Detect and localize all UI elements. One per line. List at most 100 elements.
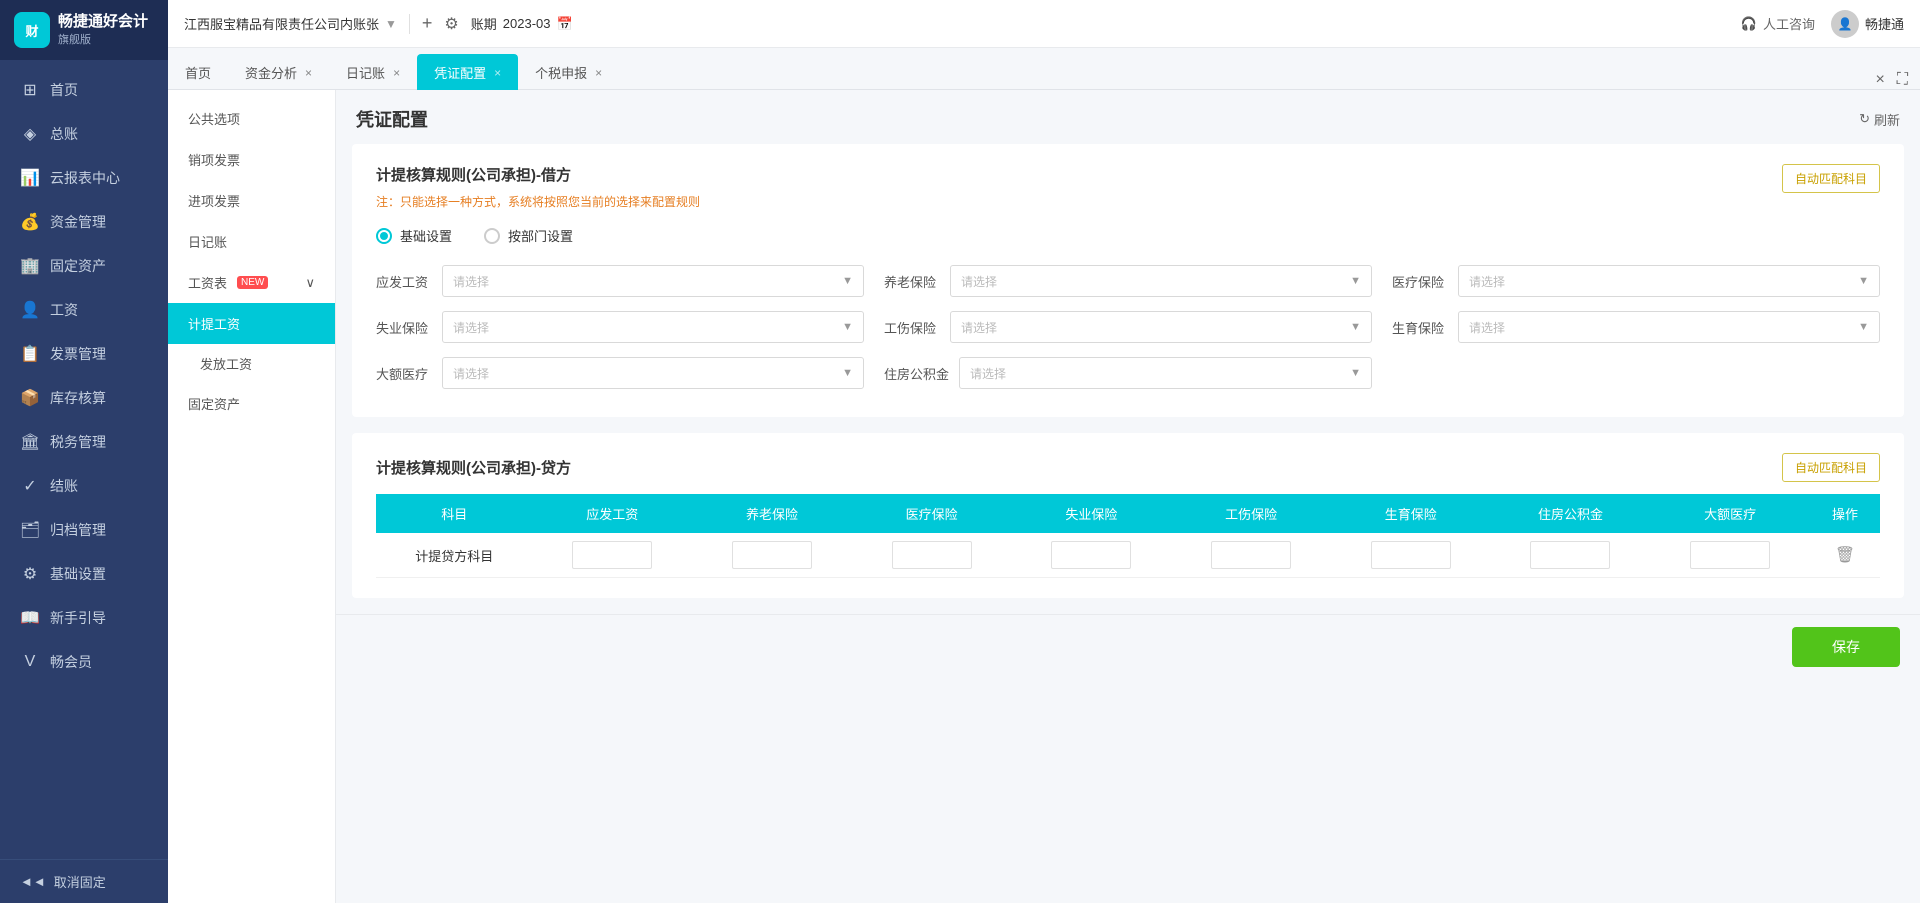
cell-work-injury[interactable] — [1171, 533, 1331, 578]
debit-auto-match-btn[interactable]: 自动匹配科目 — [1782, 164, 1880, 193]
refresh-btn[interactable]: ↻ 刷新 — [1859, 110, 1900, 129]
tab-journal[interactable]: 日记账 × — [329, 54, 417, 90]
input-major-medical[interactable] — [1690, 541, 1770, 569]
menu-item-fixed-assets[interactable]: 固定资产 — [168, 383, 335, 424]
sidebar-item-label: 基础设置 — [50, 564, 106, 584]
vip-icon: V — [20, 653, 40, 671]
sidebar-item-label: 工资 — [50, 300, 78, 320]
menu-item-public[interactable]: 公共选项 — [168, 98, 335, 139]
input-work-injury[interactable] — [1211, 541, 1291, 569]
field-pension: 养老保险 请选择 ▼ — [884, 265, 1372, 297]
sidebar-item-guide[interactable]: 📖 新手引导 — [0, 596, 168, 640]
sidebar-item-home[interactable]: ⊞ 首页 — [0, 68, 168, 112]
tab-tax-close[interactable]: × — [595, 66, 602, 80]
tab-funds-close[interactable]: × — [305, 66, 312, 80]
cell-medical[interactable] — [852, 533, 1012, 578]
sidebar-item-tax[interactable]: 🏛 税务管理 — [0, 420, 168, 464]
save-btn[interactable]: 保存 — [1792, 627, 1900, 667]
menu-purchase-invoice-label: 进项发票 — [188, 191, 240, 210]
tab-funds[interactable]: 资金分析 × — [228, 54, 329, 90]
input-gross[interactable] — [572, 541, 652, 569]
sidebar-item-inventory[interactable]: 📦 库存核算 — [0, 376, 168, 420]
support-btn[interactable]: 🎧 人工咨询 — [1741, 14, 1815, 33]
input-housing[interactable] — [1530, 541, 1610, 569]
select-arrow-icon: ▼ — [842, 367, 853, 379]
col-major-medical: 大额医疗 — [1650, 494, 1810, 533]
close-tab-btn[interactable]: × — [1875, 71, 1884, 89]
major-medical-select[interactable]: 请选择 ▼ — [442, 357, 864, 389]
calendar-icon[interactable]: 📅 — [557, 16, 573, 32]
sidebar-item-settings[interactable]: ⚙ 基础设置 — [0, 552, 168, 596]
select-arrow-icon: ▼ — [1858, 321, 1869, 333]
credit-auto-match-btn[interactable]: 自动匹配科目 — [1782, 453, 1880, 482]
sidebar-item-salary[interactable]: 👤 工资 — [0, 288, 168, 332]
sidebar-item-closing[interactable]: ✓ 结账 — [0, 464, 168, 508]
menu-item-sales-invoice[interactable]: 销项发票 — [168, 139, 335, 180]
radio-dept[interactable]: 按部门设置 — [484, 226, 573, 245]
input-unemployment[interactable] — [1051, 541, 1131, 569]
add-tab-btn[interactable]: + — [422, 13, 433, 34]
cancel-fixed-btn[interactable]: ◄◄ 取消固定 — [0, 859, 168, 903]
sidebar-item-vip[interactable]: V 畅会员 — [0, 640, 168, 684]
housing-fund-label: 住房公积金 — [884, 364, 949, 383]
cell-unemployment[interactable] — [1012, 533, 1172, 578]
sidebar-item-invoice[interactable]: 📋 发票管理 — [0, 332, 168, 376]
sidebar-item-label: 新手引导 — [50, 608, 106, 628]
col-action: 操作 — [1810, 494, 1880, 533]
sidebar-item-reports[interactable]: 📊 云报表中心 — [0, 156, 168, 200]
tab-home[interactable]: 首页 — [168, 54, 228, 90]
input-maternity[interactable] — [1371, 541, 1451, 569]
tab-tax[interactable]: 个税申报 × — [518, 54, 619, 90]
gross-salary-select[interactable]: 请选择 ▼ — [442, 265, 864, 297]
menu-payroll-accrual-label: 计提工资 — [188, 314, 240, 333]
cell-gross[interactable] — [532, 533, 692, 578]
expand-tab-btn[interactable]: ⛶ — [1897, 71, 1908, 89]
tab-voucher-close[interactable]: × — [494, 66, 501, 80]
tab-voucher[interactable]: 凭证配置 × — [417, 54, 518, 90]
pension-label: 养老保险 — [884, 272, 940, 291]
field-unemployment: 失业保险 请选择 ▼ — [376, 311, 864, 343]
work-injury-select[interactable]: 请选择 ▼ — [950, 311, 1372, 343]
menu-item-journal[interactable]: 日记账 — [168, 221, 335, 262]
sidebar-item-funds[interactable]: 💰 资金管理 — [0, 200, 168, 244]
debit-note: 注：只能选择一种方式，系统将按照您当前的选择来配置规则 — [376, 193, 700, 210]
credit-table: 科目 应发工资 养老保险 医疗保险 失业保险 工伤保险 生育保险 住房公积金 大… — [376, 494, 1880, 578]
menu-item-payroll-accrual[interactable]: 计提工资 — [168, 303, 335, 344]
cell-pension[interactable] — [692, 533, 852, 578]
col-pension: 养老保险 — [692, 494, 852, 533]
page-header: 凭证配置 ↻ 刷新 — [336, 90, 1920, 144]
sidebar-item-label: 结账 — [50, 476, 78, 496]
cell-maternity[interactable] — [1331, 533, 1491, 578]
sidebar-item-label: 总账 — [50, 124, 78, 144]
input-medical[interactable] — [892, 541, 972, 569]
radio-basic[interactable]: 基础设置 — [376, 226, 452, 245]
input-pension[interactable] — [732, 541, 812, 569]
sidebar: 财 畅捷通好会计 旗舰版 ⊞ 首页 ◈ 总账 📊 云报表中心 💰 资金管理 🏢 … — [0, 0, 168, 903]
cell-major-medical[interactable] — [1650, 533, 1810, 578]
tab-journal-close[interactable]: × — [393, 66, 400, 80]
cell-housing[interactable] — [1491, 533, 1651, 578]
delete-row-btn[interactable]: 🗑 — [1835, 545, 1855, 565]
sidebar-item-label: 畅会员 — [50, 652, 92, 672]
sidebar-item-archive[interactable]: 🗂 归档管理 — [0, 508, 168, 552]
cell-delete[interactable]: 🗑 — [1810, 533, 1880, 578]
housing-fund-select[interactable]: 请选择 ▼ — [959, 357, 1372, 389]
sidebar-item-ledger[interactable]: ◈ 总账 — [0, 112, 168, 156]
menu-item-payroll-table[interactable]: 工资表 NEW ∨ — [168, 262, 335, 303]
unemployment-select[interactable]: 请选择 ▼ — [442, 311, 864, 343]
medical-select[interactable]: 请选择 ▼ — [1458, 265, 1880, 297]
pension-select[interactable]: 请选择 ▼ — [950, 265, 1372, 297]
company-selector[interactable]: 江西服宝精品有限责任公司内账张 ▼ — [184, 14, 397, 33]
menu-journal-label: 日记账 — [188, 232, 227, 251]
settings-btn[interactable]: ⚙ — [444, 14, 458, 34]
closing-icon: ✓ — [20, 476, 40, 496]
maternity-select[interactable]: 请选择 ▼ — [1458, 311, 1880, 343]
sidebar-item-assets[interactable]: 🏢 固定资产 — [0, 244, 168, 288]
user-menu[interactable]: 👤 畅捷通 — [1831, 10, 1904, 38]
select-arrow-icon: ▼ — [1858, 275, 1869, 287]
menu-item-purchase-invoice[interactable]: 进项发票 — [168, 180, 335, 221]
menu-item-payroll-issue[interactable]: 发放工资 — [168, 344, 335, 383]
headset-icon: 🎧 — [1741, 16, 1757, 32]
archive-icon: 🗂 — [20, 520, 40, 540]
maternity-label: 生育保险 — [1392, 318, 1448, 337]
